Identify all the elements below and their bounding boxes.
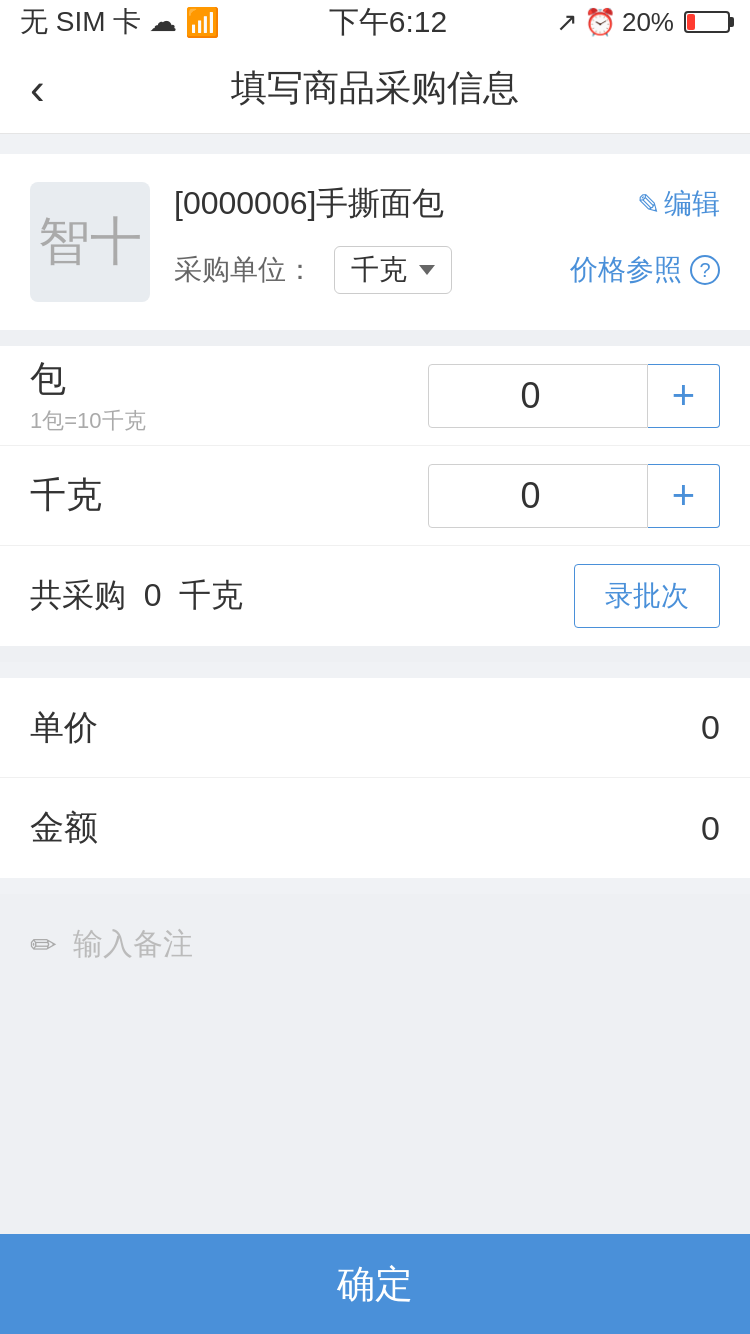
batch-button[interactable]: 录批次 [574,564,720,628]
confirm-button[interactable]: 确定 [0,1234,750,1334]
input-section: 包 1包=10千克 + 千克 + [0,346,750,546]
bag-sub-label: 1包=10千克 [30,406,170,436]
location-icon: ↗ [556,7,578,38]
amount-value: 0 [701,809,720,848]
unit-price-value: 0 [701,708,720,747]
total-prefix: 共采购 [30,577,126,613]
price-ref-label: 价格参照 [570,251,682,289]
total-unit: 千克 [179,577,243,613]
battery-percent: 20% [622,7,674,38]
product-name: [0000006]手撕面包 [174,182,444,226]
status-bar-left: 无 SIM 卡 ☁ 📶 [20,3,220,41]
status-bar-right: ↗ ⏰ 20% [556,7,730,38]
bag-label-group: 包 1包=10千克 [30,355,170,436]
kg-quantity-input[interactable] [428,464,648,528]
bag-input-row: 包 1包=10千克 + [0,346,750,446]
total-text: 共采购 0 千克 [30,574,243,618]
back-button[interactable]: ‹ [30,67,45,111]
divider-1 [0,330,750,346]
edit-label: 编辑 [664,185,720,223]
price-ref-button[interactable]: 价格参照 ? [570,251,720,289]
total-amount: 0 [144,577,162,613]
chevron-down-icon [419,265,435,275]
battery-fill [687,14,695,30]
nav-bar: ‹ 填写商品采购信息 [0,44,750,134]
pencil-icon: ✏ [30,926,57,964]
unit-label: 采购单位： [174,251,314,289]
kg-label: 千克 [30,471,170,520]
unit-price-row: 单价 0 [0,678,750,778]
unit-price-label: 单价 [30,705,98,751]
amount-label: 金额 [30,805,98,851]
product-name-row: [0000006]手撕面包 ✎ 编辑 [174,182,720,226]
product-info: [0000006]手撕面包 ✎ 编辑 采购单位： 千克 价格参照 ? [174,182,720,294]
status-bar: 无 SIM 卡 ☁ 📶 下午6:12 ↗ ⏰ 20% [0,0,750,44]
edit-icon: ✎ [637,188,660,221]
unit-row: 采购单位： 千克 价格参照 ? [174,246,720,294]
content-area [0,995,750,1275]
unit-select[interactable]: 千克 [334,246,452,294]
unit-value: 千克 [351,251,407,289]
kg-input-control: + [428,464,720,528]
sim-status: 无 SIM 卡 ☁ [20,3,177,41]
bag-quantity-input[interactable] [428,364,648,428]
page-title: 填写商品采购信息 [231,64,519,113]
product-section: 智十 [0000006]手撕面包 ✎ 编辑 采购单位： 千克 价格参照 ? [0,154,750,330]
battery-indicator [684,11,730,33]
amount-row: 金额 0 [0,778,750,878]
wifi-icon: 📶 [185,6,220,39]
edit-button[interactable]: ✎ 编辑 [637,185,720,223]
product-image: 智十 [30,182,150,302]
kg-label-group: 千克 [30,471,170,520]
status-bar-time: 下午6:12 [329,2,447,43]
bag-label: 包 [30,355,170,404]
kg-plus-button[interactable]: + [648,464,720,528]
help-icon[interactable]: ? [690,255,720,285]
info-section: 单价 0 金额 0 [0,678,750,878]
kg-input-row: 千克 + [0,446,750,546]
total-row: 共采购 0 千克 录批次 [0,546,750,646]
notes-placeholder: 输入备注 [73,924,193,965]
alarm-icon: ⏰ [584,7,616,38]
product-logo: 智十 [38,207,142,277]
bag-plus-button[interactable]: + [648,364,720,428]
divider-2 [0,646,750,662]
bag-input-control: + [428,364,720,428]
notes-section[interactable]: ✏ 输入备注 [0,894,750,995]
